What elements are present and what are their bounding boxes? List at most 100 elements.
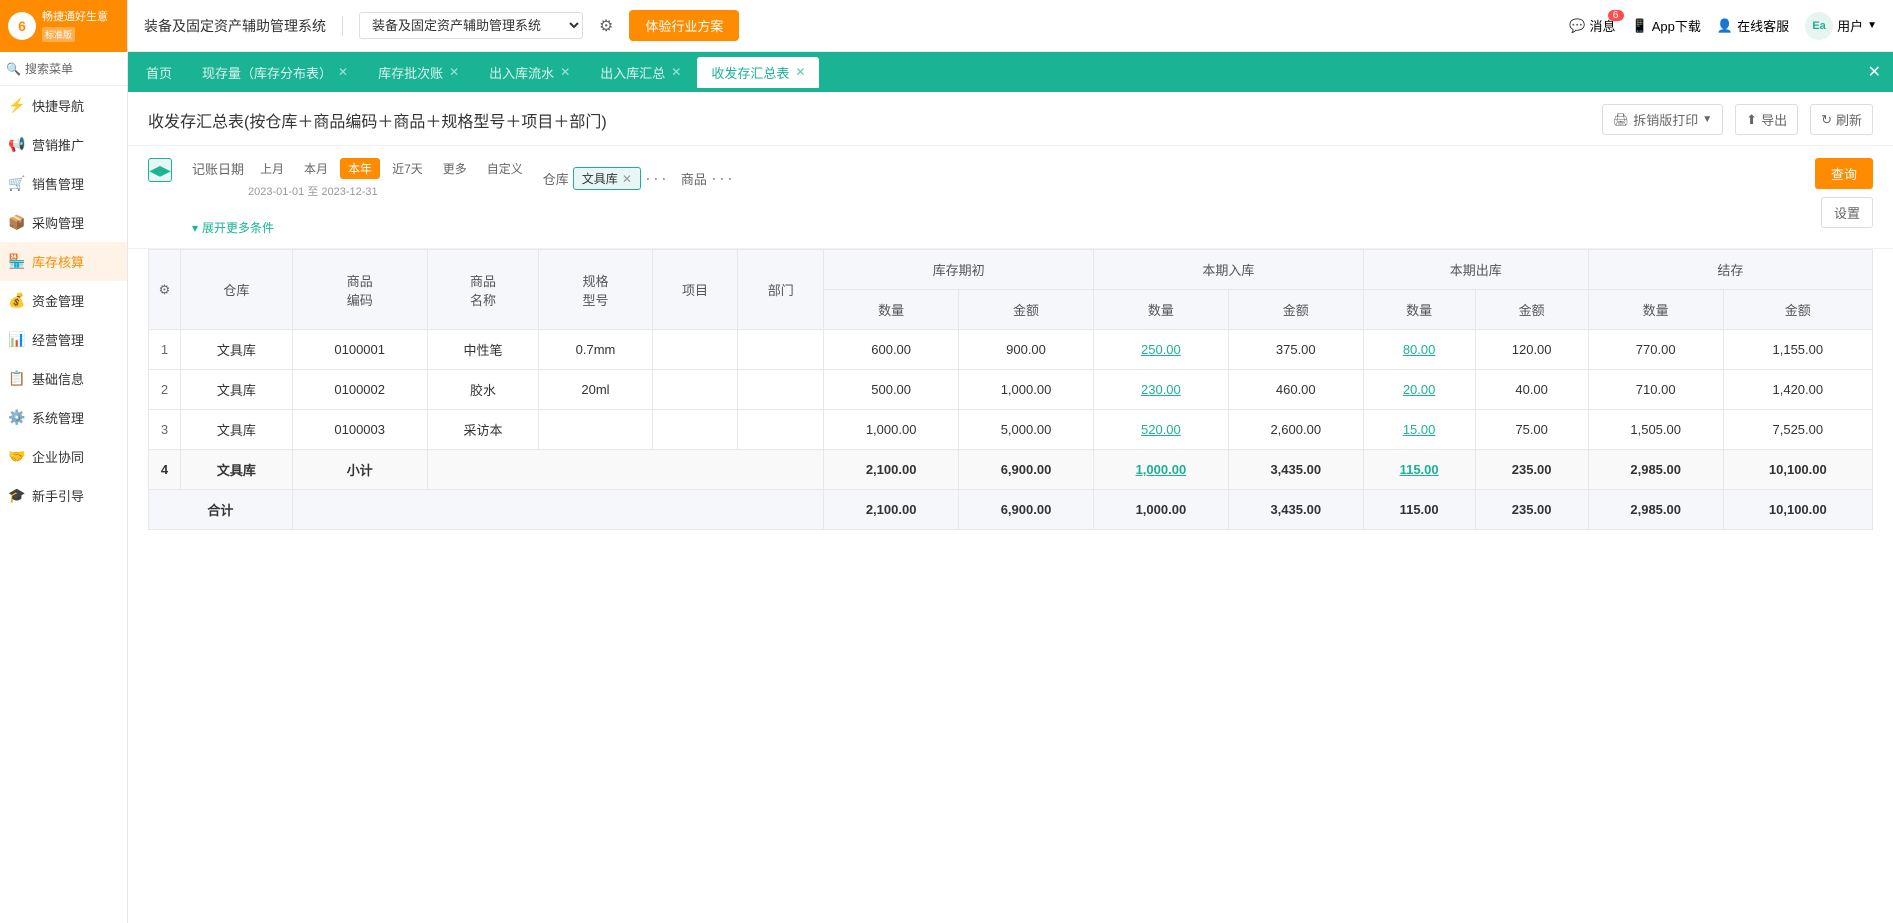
user-action[interactable]: Ea 用户 ▼: [1805, 12, 1877, 40]
tab-home[interactable]: 首页: [132, 57, 186, 88]
expand-more-button[interactable]: ▾ 展开更多条件: [192, 215, 1795, 240]
col-opening-header: 库存期初: [824, 250, 1094, 290]
sidebar-item-marketing[interactable]: 📢 营销推广: [0, 125, 127, 164]
sidebar-item-enterprise[interactable]: 🤝 企业协同: [0, 437, 127, 476]
sidebar-item-label: 企业协同: [32, 447, 84, 466]
row-open-amt: 900.00: [959, 330, 1094, 370]
tabbar-close-all[interactable]: ✕: [1860, 58, 1889, 86]
row-check: 2: [149, 370, 181, 410]
total-open-qty: 2,100.00: [824, 490, 959, 530]
tab-close-icon[interactable]: ✕: [671, 65, 681, 79]
topbar: 装备及固定资产辅助管理系统 装备及固定资产辅助管理系统 ⚙ 体验行业方案 💬 消…: [128, 0, 1893, 52]
total-in-qty: 1,000.00: [1093, 490, 1228, 530]
row-close-amt: 7,525.00: [1723, 410, 1872, 450]
row-dept: [738, 370, 824, 410]
filter-settings-button[interactable]: 设置: [1821, 197, 1873, 228]
subtotal-open-qty: 2,100.00: [824, 450, 959, 490]
row-name: 胶水: [427, 370, 539, 410]
col-in-header: 本期入库: [1093, 250, 1363, 290]
system-icon: ⚙️: [8, 409, 26, 426]
row-in-qty[interactable]: 230.00: [1093, 370, 1228, 410]
tab-batch[interactable]: 库存批次账 ✕: [364, 57, 473, 88]
app-download-action[interactable]: 📱 App下载: [1632, 16, 1701, 35]
sidebar-item-quicknav[interactable]: ⚡ 快捷导航: [0, 86, 127, 125]
system-select[interactable]: 装备及固定资产辅助管理系统: [359, 12, 583, 39]
sidebar-item-operations[interactable]: 📊 经营管理: [0, 320, 127, 359]
sidebar-item-purchase[interactable]: 📦 采购管理: [0, 203, 127, 242]
col-closing-header: 结存: [1588, 250, 1872, 290]
sidebar-search[interactable]: 🔍 搜索菜单: [0, 52, 127, 86]
date-opt-more[interactable]: 更多: [435, 158, 475, 179]
sidebar-item-system[interactable]: ⚙️ 系统管理: [0, 398, 127, 437]
sidebar-item-label: 快捷导航: [32, 96, 84, 115]
total-out-amt: 235.00: [1475, 490, 1588, 530]
row-in-qty[interactable]: 250.00: [1093, 330, 1228, 370]
sidebar-item-inventory[interactable]: 🏪 库存核算: [0, 242, 127, 281]
refresh-button[interactable]: ↻ 刷新: [1810, 104, 1873, 135]
warehouse-tag-close[interactable]: ✕: [622, 172, 632, 186]
sales-icon: 🛒: [8, 175, 26, 192]
row-spec: 0.7mm: [539, 330, 652, 370]
divider: [342, 16, 343, 36]
table-row: 2 文具库 0100002 胶水 20ml 500.00 1,000.00 23…: [149, 370, 1873, 410]
tab-receipt-summary[interactable]: 收发存汇总表 ✕: [697, 57, 819, 88]
operations-icon: 📊: [8, 331, 26, 348]
sidebar-item-basic[interactable]: 📋 基础信息: [0, 359, 127, 398]
tab-close-icon[interactable]: ✕: [338, 65, 348, 79]
tab-close-icon[interactable]: ✕: [560, 65, 570, 79]
row-code: 0100003: [292, 410, 427, 450]
page-content: 收发存汇总表(按仓库＋商品编码＋商品＋规格型号＋项目＋部门) 🖨 拆销版打印 ▼…: [128, 92, 1893, 923]
header-actions: 🖨 拆销版打印 ▼ ⬆ 导出 ↻ 刷新: [1602, 104, 1873, 135]
demo-button[interactable]: 体验行业方案: [629, 10, 739, 41]
row-out-qty[interactable]: 15.00: [1363, 410, 1475, 450]
subtotal-num: 4: [149, 450, 181, 490]
date-opt-custom[interactable]: 自定义: [479, 158, 531, 179]
row-spec: 20ml: [539, 370, 652, 410]
date-range: 2023-01-01 至 2023-12-31: [248, 186, 378, 198]
date-opt-7days[interactable]: 近7天: [384, 158, 431, 179]
system-name: 装备及固定资产辅助管理系统: [144, 16, 326, 36]
tab-flow[interactable]: 出入库流水 ✕: [475, 57, 584, 88]
row-check: 1: [149, 330, 181, 370]
subtotal-row: 4 文具库 小计 2,100.00 6,900.00 1,000.00 3,43…: [149, 450, 1873, 490]
table-row: 3 文具库 0100003 采访本 1,000.00 5,000.00 520.…: [149, 410, 1873, 450]
row-in-qty[interactable]: 520.00: [1093, 410, 1228, 450]
row-warehouse: 文具库: [181, 330, 293, 370]
row-out-qty[interactable]: 20.00: [1363, 370, 1475, 410]
sidebar-item-label: 销售管理: [32, 174, 84, 193]
col-settings-header[interactable]: ⚙: [149, 250, 181, 330]
tab-summary[interactable]: 出入库汇总 ✕: [586, 57, 695, 88]
sidebar-item-newbie[interactable]: 🎓 新手引导: [0, 476, 127, 515]
row-close-amt: 1,155.00: [1723, 330, 1872, 370]
date-opt-this-year[interactable]: 本年: [340, 158, 380, 179]
sidebar-item-finance[interactable]: 💰 资金管理: [0, 281, 127, 320]
tab-inventory-dist[interactable]: 现存量（库存分布表） ✕: [188, 57, 362, 88]
message-action[interactable]: 💬 消息 6: [1569, 16, 1615, 35]
online-service-action[interactable]: 👤 在线客服: [1717, 16, 1789, 35]
marketing-icon: 📢: [8, 136, 26, 153]
inventory-icon: 🏪: [8, 253, 26, 270]
goods-more-button[interactable]: ···: [711, 168, 735, 189]
row-dept: [738, 330, 824, 370]
query-button[interactable]: 查询: [1815, 158, 1873, 189]
tab-close-icon[interactable]: ✕: [449, 65, 459, 79]
avatar: Ea: [1805, 12, 1833, 40]
tab-close-icon[interactable]: ✕: [795, 65, 805, 79]
export-button[interactable]: ⬆ 导出: [1735, 104, 1798, 135]
col-warehouse-header: 仓库: [181, 250, 293, 330]
row-check: 3: [149, 410, 181, 450]
basic-icon: 📋: [8, 370, 26, 387]
sidebar-item-sales[interactable]: 🛒 销售管理: [0, 164, 127, 203]
date-opt-prev-month[interactable]: 上月: [252, 158, 292, 179]
print-button[interactable]: 🖨 拆销版打印 ▼: [1602, 104, 1723, 135]
date-opt-this-month[interactable]: 本月: [296, 158, 336, 179]
settings-icon[interactable]: ⚙: [599, 16, 613, 36]
row-out-qty[interactable]: 80.00: [1363, 330, 1475, 370]
filter-collapse-button[interactable]: ◀▶: [148, 158, 172, 182]
warehouse-tag: 文具库 ✕: [573, 167, 641, 190]
warehouse-more-button[interactable]: ···: [645, 168, 669, 189]
sidebar: 6 畅捷通好生意 标准版 🔍 搜索菜单 ⚡ 快捷导航 📢 营销推广 🛒 销售管理…: [0, 0, 128, 923]
subtotal-out-amt: 235.00: [1475, 450, 1588, 490]
row-close-qty: 1,505.00: [1588, 410, 1723, 450]
phone-icon: 📱: [1632, 18, 1648, 34]
